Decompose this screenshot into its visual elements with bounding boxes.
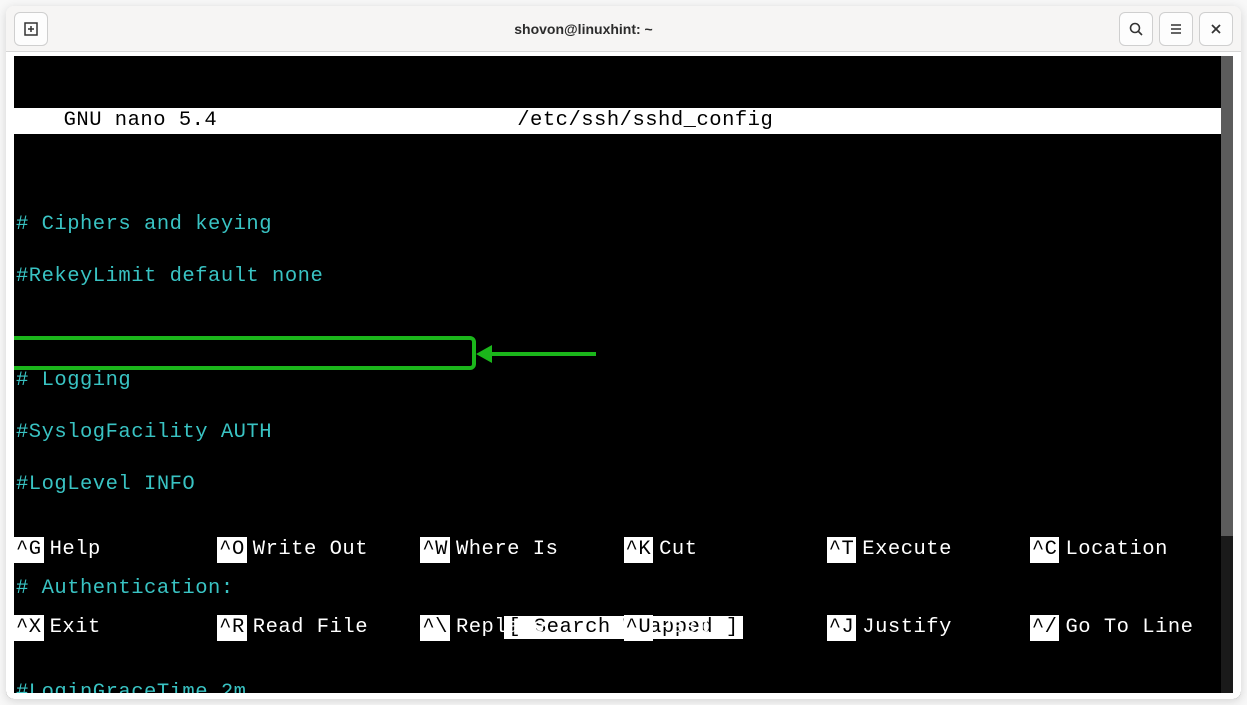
nano-app-name: GNU nano 5.4 [14,108,217,134]
close-button[interactable] [1199,12,1233,46]
shortcut-write-out[interactable]: ^OWrite Out [217,537,420,563]
file-line: #RekeyLimit default none [16,264,1233,290]
file-line: #SyslogFacility AUTH [16,420,1233,446]
window-titlebar: shovon@linuxhint: ~ [6,6,1241,52]
shortcut-paste[interactable]: ^UPaste [624,615,827,641]
shortcut-justify[interactable]: ^JJustify [827,615,1030,641]
shortcut-read-file[interactable]: ^RRead File [217,615,420,641]
nano-shortcut-bar: ^GHelp ^OWrite Out ^WWhere Is ^KCut ^TEx… [14,485,1233,693]
terminal-content: GNU nano 5.4/etc/ssh/sshd_config # Ciphe… [14,56,1233,693]
shortcut-exit[interactable]: ^XExit [14,615,217,641]
shortcut-row: ^GHelp ^OWrite Out ^WWhere Is ^KCut ^TEx… [14,537,1233,563]
terminal-scrollbar[interactable] [1221,56,1233,693]
shortcut-replace[interactable]: ^\Replace [420,615,623,641]
shortcut-execute[interactable]: ^TExecute [827,537,1030,563]
terminal-viewport[interactable]: GNU nano 5.4/etc/ssh/sshd_config # Ciphe… [6,52,1241,699]
shortcut-cut[interactable]: ^KCut [624,537,827,563]
nano-header: GNU nano 5.4/etc/ssh/sshd_config [14,108,1233,134]
menu-button[interactable] [1159,12,1193,46]
scrollbar-thumb[interactable] [1221,56,1233,536]
search-button[interactable] [1119,12,1153,46]
shortcut-where-is[interactable]: ^WWhere Is [420,537,623,563]
file-line: # Ciphers and keying [16,212,1233,238]
new-tab-button[interactable] [14,12,48,46]
nano-filename: /etc/ssh/sshd_config [217,108,1233,134]
terminal-window: shovon@linuxhint: ~ GNU nano 5.4/etc/ssh… [6,6,1241,699]
file-line: # Logging [16,368,1233,394]
shortcut-row: ^XExit ^RRead File ^\Replace ^UPaste ^JJ… [14,615,1233,641]
file-line [16,316,1233,342]
shortcut-help[interactable]: ^GHelp [14,537,217,563]
shortcut-location[interactable]: ^CLocation [1030,537,1233,563]
shortcut-go-to-line[interactable]: ^/Go To Line [1030,615,1233,641]
window-title: shovon@linuxhint: ~ [48,21,1119,37]
